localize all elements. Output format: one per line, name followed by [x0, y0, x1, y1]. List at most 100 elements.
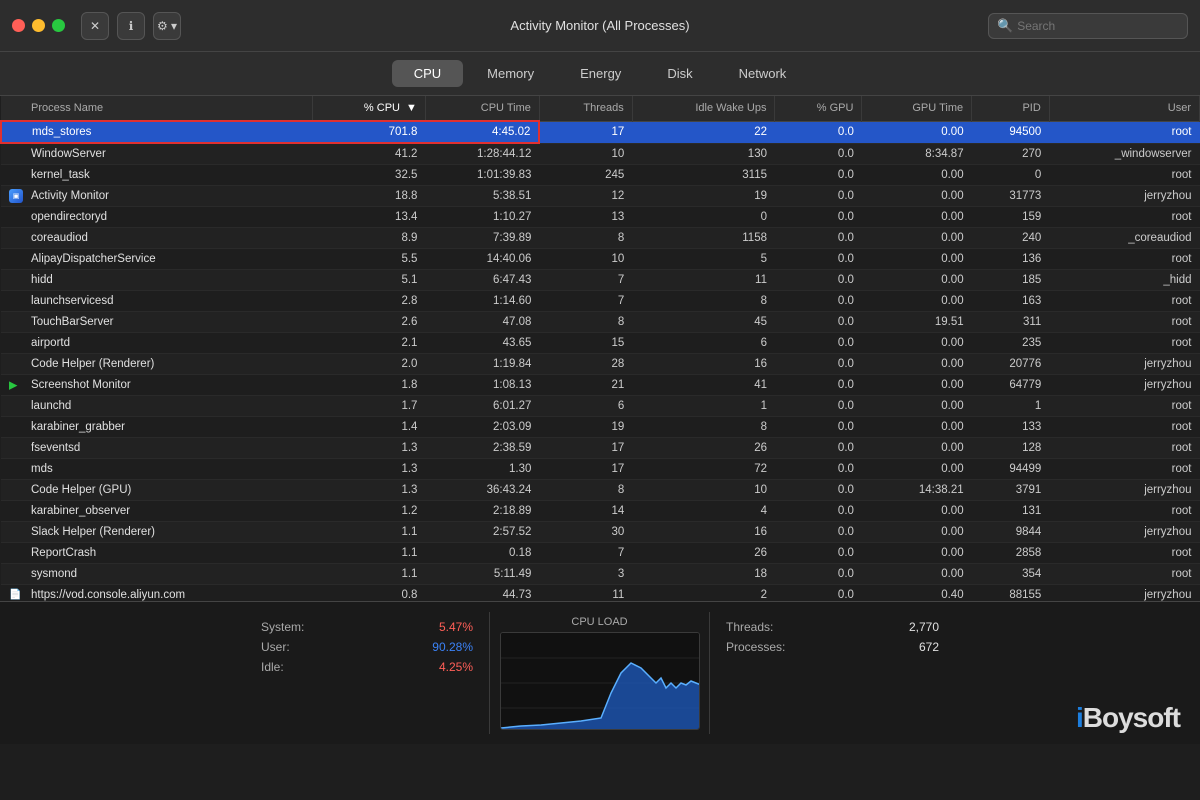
cpu-pct-cell: 1.3 [312, 480, 425, 501]
table-row[interactable]: sysmond1.15:11.493180.00.00354root [1, 564, 1200, 585]
process-name-cell: ReportCrash [1, 543, 312, 564]
pid-cell: 31773 [972, 186, 1050, 207]
process-name-cell: ▣Activity Monitor [1, 186, 312, 207]
threads-cell: 3 [539, 564, 632, 585]
process-name-cell: karabiner_grabber [1, 417, 312, 438]
user-cell: root [1049, 501, 1199, 522]
table-row[interactable]: launchservicesd2.81:14.60780.00.00163roo… [1, 291, 1200, 312]
gpu-pct-cell: 0.0 [775, 417, 862, 438]
table-row[interactable]: ReportCrash1.10.187260.00.002858root [1, 543, 1200, 564]
gpu-time-cell: 0.00 [862, 270, 972, 291]
pid-cell: 2858 [972, 543, 1050, 564]
process-name-label: fseventsd [31, 442, 80, 454]
user-cell: root [1049, 312, 1199, 333]
close-icon[interactable]: ✕ [81, 12, 109, 40]
table-container: Process Name % CPU ▼ CPU Time Threads Id… [0, 96, 1200, 601]
col-cpu-time[interactable]: CPU Time [425, 96, 539, 121]
gpu-time-cell: 0.00 [862, 333, 972, 354]
table-row[interactable]: Code Helper (Renderer)2.01:19.8428160.00… [1, 354, 1200, 375]
cpu-pct-cell: 2.0 [312, 354, 425, 375]
idle-wake-cell: 130 [632, 143, 775, 165]
tab-energy[interactable]: Energy [558, 60, 643, 87]
table-row[interactable]: TouchBarServer2.647.088450.019.51311root [1, 312, 1200, 333]
pid-cell: 159 [972, 207, 1050, 228]
tab-disk[interactable]: Disk [645, 60, 714, 87]
traffic-lights [12, 19, 65, 32]
pid-cell: 240 [972, 228, 1050, 249]
cpu-pct-cell: 8.9 [312, 228, 425, 249]
table-row[interactable]: fseventsd1.32:38.5917260.00.00128root [1, 438, 1200, 459]
table-row[interactable]: WindowServer41.21:28:44.12101300.08:34.8… [1, 143, 1200, 165]
col-gpu-pct[interactable]: % GPU [775, 96, 862, 121]
process-name-label: coreaudiod [31, 232, 88, 244]
gpu-pct-cell: 0.0 [775, 228, 862, 249]
table-row[interactable]: 📄https://vod.console.aliyun.com0.844.731… [1, 585, 1200, 602]
user-stat-row: User: 90.28% [261, 640, 473, 654]
search-box[interactable]: 🔍 [988, 13, 1188, 39]
window-title: Activity Monitor (All Processes) [510, 18, 689, 33]
threads-cell: 28 [539, 354, 632, 375]
table-row[interactable]: karabiner_observer1.22:18.891440.00.0013… [1, 501, 1200, 522]
tab-memory[interactable]: Memory [465, 60, 556, 87]
user-cell: root [1049, 417, 1199, 438]
search-icon: 🔍 [997, 18, 1013, 34]
minimize-button[interactable] [32, 19, 45, 32]
document-icon: 📄 [9, 590, 21, 601]
tab-cpu[interactable]: CPU [392, 60, 463, 87]
threads-cell: 15 [539, 333, 632, 354]
table-row[interactable]: launchd1.76:01.27610.00.001root [1, 396, 1200, 417]
col-pid[interactable]: PID [972, 96, 1050, 121]
info-icon[interactable]: ℹ [117, 12, 145, 40]
cpu-pct-cell: 701.8 [312, 121, 425, 143]
gear-icon[interactable]: ⚙ ▾ [153, 12, 181, 40]
table-row[interactable]: mds1.31.3017720.00.0094499root [1, 459, 1200, 480]
table-row[interactable]: Slack Helper (Renderer)1.12:57.5230160.0… [1, 522, 1200, 543]
gpu-time-cell: 0.00 [862, 121, 972, 143]
idle-stat-row: Idle: 4.25% [261, 660, 473, 674]
search-input[interactable] [1017, 19, 1177, 33]
col-threads[interactable]: Threads [539, 96, 632, 121]
table-row[interactable]: Code Helper (GPU)1.336:43.248100.014:38.… [1, 480, 1200, 501]
process-name-cell: mds [1, 459, 312, 480]
gpu-time-cell: 0.00 [862, 501, 972, 522]
col-gpu-time[interactable]: GPU Time [862, 96, 972, 121]
cpu-time-cell: 5:11.49 [425, 564, 539, 585]
close-button[interactable] [12, 19, 25, 32]
user-cell: jerryzhou [1049, 522, 1199, 543]
table-row[interactable]: hidd5.16:47.437110.00.00185_hidd [1, 270, 1200, 291]
cpu-time-cell: 2:38.59 [425, 438, 539, 459]
col-process-name[interactable]: Process Name [1, 96, 312, 121]
user-value: 90.28% [432, 640, 473, 654]
gpu-pct-cell: 0.0 [775, 480, 862, 501]
process-name-cell: launchservicesd [1, 291, 312, 312]
threads-cell: 17 [539, 121, 632, 143]
process-name-cell: ▶Screenshot Monitor [1, 375, 312, 396]
gpu-pct-cell: 0.0 [775, 585, 862, 602]
table-row[interactable]: airportd2.143.651560.00.00235root [1, 333, 1200, 354]
user-label: User: [261, 640, 290, 654]
table-row[interactable]: kernel_task32.51:01:39.8324531150.00.000… [1, 165, 1200, 186]
idle-wake-cell: 1 [632, 396, 775, 417]
gpu-time-cell: 0.00 [862, 396, 972, 417]
col-idle-wake-ups[interactable]: Idle Wake Ups [632, 96, 775, 121]
process-name-cell: opendirectoryd [1, 207, 312, 228]
chart-panel: CPU LOAD [490, 612, 710, 734]
table-row[interactable]: karabiner_grabber1.42:03.091980.00.00133… [1, 417, 1200, 438]
col-cpu-pct[interactable]: % CPU ▼ [312, 96, 425, 121]
maximize-button[interactable] [52, 19, 65, 32]
table-row[interactable]: ▶Screenshot Monitor1.81:08.1321410.00.00… [1, 375, 1200, 396]
cpu-pct-cell: 1.1 [312, 564, 425, 585]
table-row[interactable]: ▣Activity Monitor18.85:38.5112190.00.003… [1, 186, 1200, 207]
table-row[interactable]: coreaudiod8.97:39.89811580.00.00240_core… [1, 228, 1200, 249]
table-row[interactable]: AlipayDispatcherService5.514:40.061050.0… [1, 249, 1200, 270]
idle-wake-cell: 5 [632, 249, 775, 270]
table-row[interactable]: mds_stores701.84:45.0217220.00.0094500ro… [1, 121, 1200, 143]
tab-network[interactable]: Network [717, 60, 809, 87]
threads-cell: 11 [539, 585, 632, 602]
cpu-pct-cell: 32.5 [312, 165, 425, 186]
process-name-label: karabiner_grabber [31, 421, 125, 433]
table-row[interactable]: opendirectoryd13.41:10.271300.00.00159ro… [1, 207, 1200, 228]
cpu-pct-cell: 0.8 [312, 585, 425, 602]
col-user[interactable]: User [1049, 96, 1199, 121]
process-name-cell: fseventsd [1, 438, 312, 459]
